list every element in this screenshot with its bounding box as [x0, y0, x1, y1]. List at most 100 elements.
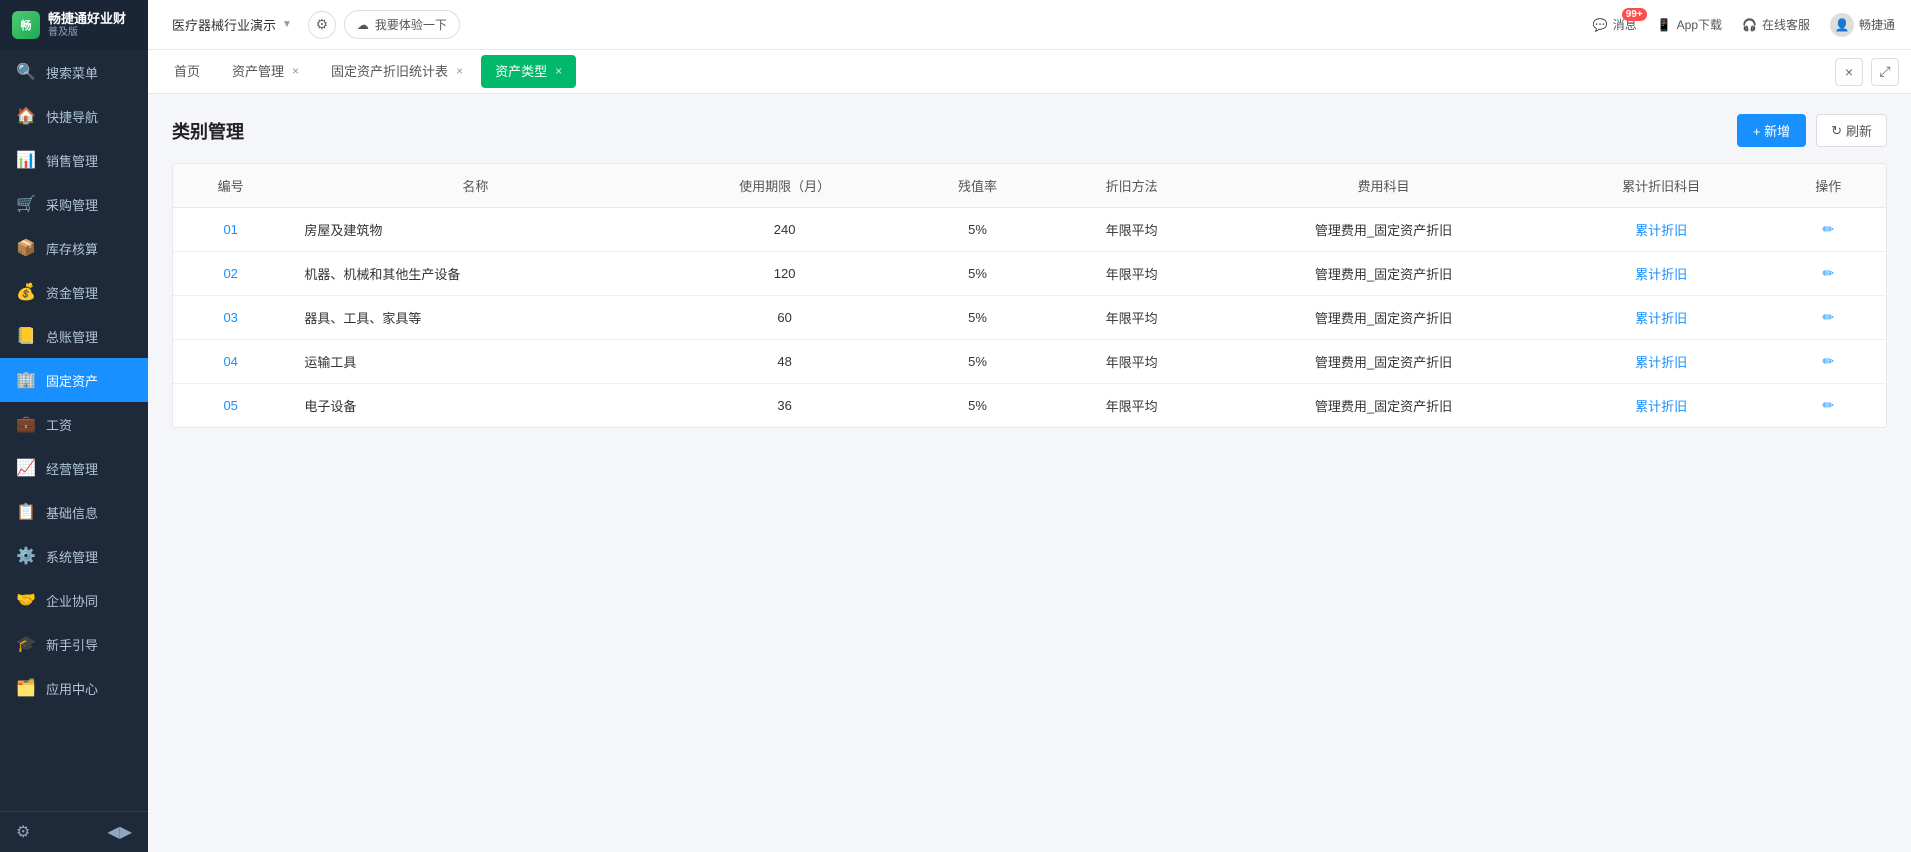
table-row: 03 器具、工具、家具等 60 5% 年限平均 管理费用_固定资产折旧 累计折旧…: [173, 296, 1886, 340]
cell-name: 电子设备: [288, 384, 662, 428]
home-icon: 🏠: [16, 106, 36, 126]
settings-button[interactable]: ⚙: [308, 11, 336, 39]
user-button[interactable]: 👤 畅捷通: [1830, 13, 1895, 37]
sidebar-item-label: 企业协同: [46, 591, 98, 610]
trend-icon: 📈: [16, 458, 36, 478]
cell-action[interactable]: ✏: [1771, 296, 1886, 340]
user-avatar-icon: 👤: [1830, 13, 1854, 37]
apps-icon: 🗂️: [16, 678, 36, 698]
cell-period: 240: [662, 208, 907, 252]
cell-code: 05: [173, 384, 288, 428]
col-accum: 累计折旧科目: [1552, 164, 1771, 208]
cell-code: 02: [173, 252, 288, 296]
sidebar-item-general-ledger[interactable]: 📒 总账管理: [0, 314, 148, 358]
sidebar-item-inventory[interactable]: 📦 库存核算: [0, 226, 148, 270]
tab-asset-mgmt-close[interactable]: ×: [292, 64, 299, 78]
sidebar-item-sales[interactable]: 📊 销售管理: [0, 138, 148, 182]
cell-name: 运输工具: [288, 340, 662, 384]
tab-asset-type-close[interactable]: ×: [555, 64, 562, 78]
search-icon: 🔍: [16, 62, 36, 82]
cell-accum: 累计折旧: [1552, 252, 1771, 296]
col-expense: 费用科目: [1215, 164, 1552, 208]
cell-residual: 5%: [907, 252, 1048, 296]
close-tab-button[interactable]: ×: [1835, 58, 1863, 86]
cart-icon: 🛒: [16, 194, 36, 214]
sidebar-item-app-center[interactable]: 🗂️ 应用中心: [0, 666, 148, 710]
sidebar-item-label: 应用中心: [46, 679, 98, 698]
experience-button[interactable]: ☁ 我要体验一下: [344, 10, 460, 39]
tab-fixed-asset-table[interactable]: 固定资产折旧统计表 ×: [317, 53, 477, 90]
cell-residual: 5%: [907, 296, 1048, 340]
experience-label: 我要体验一下: [375, 16, 447, 33]
tabbar: 首页 资产管理 × 固定资产折旧统计表 × 资产类型 × × ⤢: [148, 50, 1911, 94]
company-selector[interactable]: 医疗器械行业演示 ▼: [164, 11, 300, 38]
cell-period: 60: [662, 296, 907, 340]
online-service-label: 在线客服: [1762, 16, 1810, 33]
tab-asset-type[interactable]: 资产类型 ×: [481, 55, 576, 88]
main-area: 医疗器械行业演示 ▼ ⚙ ☁ 我要体验一下 💬 消息 99+ 📱 App下载: [148, 0, 1911, 852]
settings-icon[interactable]: ⚙: [16, 822, 30, 842]
sidebar-footer: ⚙ ◀▶: [0, 811, 148, 852]
edit-icon[interactable]: ✏: [1822, 397, 1834, 413]
sidebar-item-label: 新手引导: [46, 635, 98, 654]
cell-residual: 5%: [907, 340, 1048, 384]
cell-method: 年限平均: [1048, 340, 1215, 384]
sidebar-item-funds[interactable]: 💰 资金管理: [0, 270, 148, 314]
cell-accum: 累计折旧: [1552, 384, 1771, 428]
building-icon: 🏢: [16, 370, 36, 390]
edit-icon[interactable]: ✏: [1822, 265, 1834, 281]
refresh-button[interactable]: ↻ 刷新: [1816, 114, 1887, 147]
sidebar-item-payroll[interactable]: 💼 工资: [0, 402, 148, 446]
cell-name: 机器、机械和其他生产设备: [288, 252, 662, 296]
table-row: 04 运输工具 48 5% 年限平均 管理费用_固定资产折旧 累计折旧 ✏: [173, 340, 1886, 384]
col-action: 操作: [1771, 164, 1886, 208]
message-button[interactable]: 💬 消息 99+: [1593, 16, 1637, 33]
cell-period: 120: [662, 252, 907, 296]
cell-action[interactable]: ✏: [1771, 252, 1886, 296]
tab-fixed-asset-table-close[interactable]: ×: [456, 64, 463, 78]
ledger-icon: 📒: [16, 326, 36, 346]
sidebar-item-fixed-assets[interactable]: 🏢 固定资产: [0, 358, 148, 402]
headset-icon: 🎧: [1742, 18, 1757, 32]
money-icon: 💰: [16, 282, 36, 302]
gear-icon: ⚙️: [16, 546, 36, 566]
sidebar-item-label: 库存核算: [46, 239, 98, 258]
sidebar-item-guide[interactable]: 🎓 新手引导: [0, 622, 148, 666]
new-button[interactable]: + 新增: [1737, 114, 1806, 147]
cell-action[interactable]: ✏: [1771, 208, 1886, 252]
collapse-icon[interactable]: ◀▶: [107, 822, 132, 842]
sidebar-item-label: 工资: [46, 415, 72, 434]
sidebar-item-basic-info[interactable]: 📋 基础信息: [0, 490, 148, 534]
topbar-right: 💬 消息 99+ 📱 App下载 🎧 在线客服 👤 畅捷通: [1593, 13, 1895, 37]
page-title: 类别管理: [172, 118, 244, 144]
cell-action[interactable]: ✏: [1771, 384, 1886, 428]
table-row: 01 房屋及建筑物 240 5% 年限平均 管理费用_固定资产折旧 累计折旧 ✏: [173, 208, 1886, 252]
handshake-icon: 🤝: [16, 590, 36, 610]
edit-icon[interactable]: ✏: [1822, 309, 1834, 325]
graduation-icon: 🎓: [16, 634, 36, 654]
cell-accum: 累计折旧: [1552, 340, 1771, 384]
edit-icon[interactable]: ✏: [1822, 221, 1834, 237]
expand-button[interactable]: ⤢: [1871, 58, 1899, 86]
tab-home[interactable]: 首页: [160, 53, 214, 90]
sidebar-item-ops[interactable]: 📈 经营管理: [0, 446, 148, 490]
cell-expense: 管理费用_固定资产折旧: [1215, 296, 1552, 340]
sidebar-item-system[interactable]: ⚙️ 系统管理: [0, 534, 148, 578]
tab-asset-mgmt-label: 资产管理: [232, 61, 284, 80]
content-header: 类别管理 + 新增 ↻ 刷新: [172, 114, 1887, 147]
briefcase-icon: 💼: [16, 414, 36, 434]
cell-expense: 管理费用_固定资产折旧: [1215, 252, 1552, 296]
sidebar-item-purchase[interactable]: 🛒 采购管理: [0, 182, 148, 226]
category-table: 编号 名称 使用期限（月） 残值率 折旧方法 费用科目 累计折旧科目 操作 01…: [173, 164, 1886, 427]
sidebar-item-collab[interactable]: 🤝 企业协同: [0, 578, 148, 622]
sidebar-item-search[interactable]: 🔍 搜索菜单: [0, 50, 148, 94]
sidebar-item-quick-nav[interactable]: 🏠 快捷导航: [0, 94, 148, 138]
sidebar-item-label: 总账管理: [46, 327, 98, 346]
content-area: 类别管理 + 新增 ↻ 刷新 编号 名称 使用期限（月） 残值率 折旧方法: [148, 94, 1911, 852]
sidebar-item-label: 快捷导航: [46, 107, 98, 126]
edit-icon[interactable]: ✏: [1822, 353, 1834, 369]
tab-asset-mgmt[interactable]: 资产管理 ×: [218, 53, 313, 90]
app-download-button[interactable]: 📱 App下载: [1657, 16, 1722, 33]
cell-action[interactable]: ✏: [1771, 340, 1886, 384]
online-service-button[interactable]: 🎧 在线客服: [1742, 16, 1810, 33]
